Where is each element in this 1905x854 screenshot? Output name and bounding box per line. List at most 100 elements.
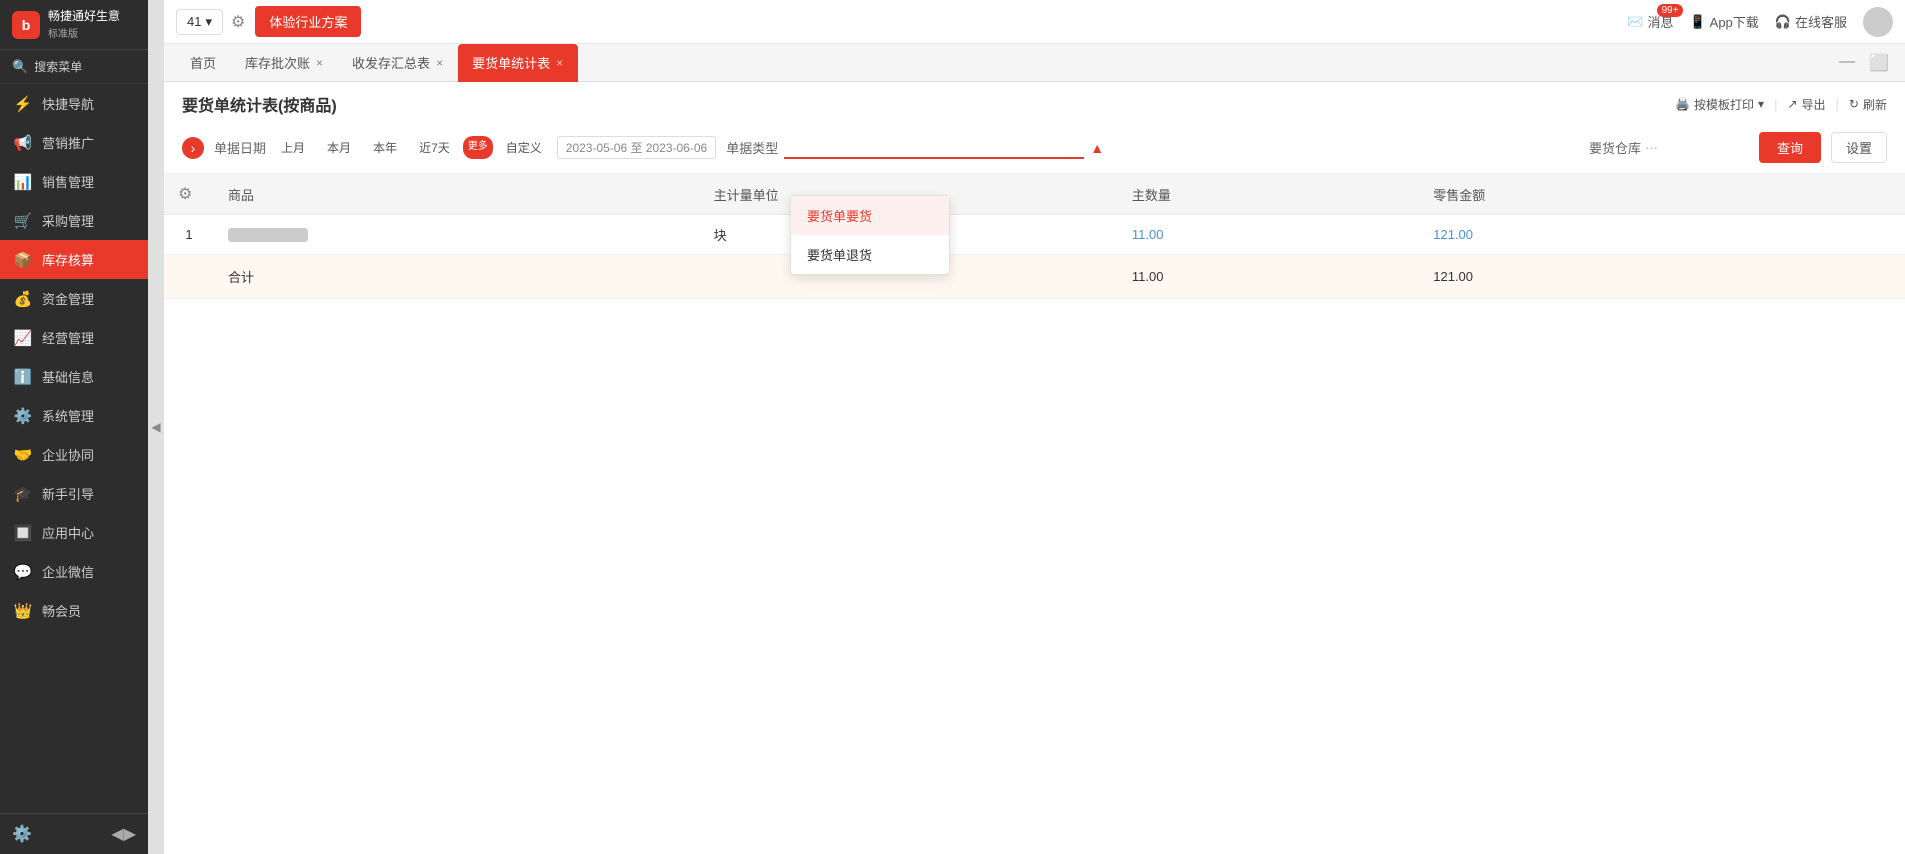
tab-batch-account[interactable]: 库存批次账 × bbox=[231, 44, 338, 82]
search-icon: 🔍 bbox=[12, 59, 28, 75]
gear-icon[interactable]: ⚙ bbox=[231, 12, 245, 32]
amount-link[interactable]: 121.00 bbox=[1433, 227, 1473, 242]
col-amount-header: 零售金额 bbox=[1419, 174, 1779, 215]
tab-expand-button[interactable]: ⬜ bbox=[1865, 51, 1893, 75]
sidebar-item-wecom[interactable]: 💬 企业微信 bbox=[0, 552, 148, 591]
type-dropdown: 要货单要货 要货单退货 bbox=[790, 195, 950, 275]
account-selector[interactable]: 41 ▾ bbox=[176, 9, 223, 35]
tab-minimize-button[interactable]: — bbox=[1835, 51, 1859, 75]
message-icon: ✉️ bbox=[1627, 14, 1643, 30]
footer-label: 合计 bbox=[214, 255, 700, 299]
refresh-button[interactable]: ↻ 刷新 bbox=[1849, 96, 1887, 113]
sidebar: b 畅捷通好生意 标准版 🔍 搜索菜单 ⚡ 快捷导航 📢 营销推广 📊 销售管理… bbox=[0, 0, 148, 854]
type-filter-arrow[interactable]: ▲ bbox=[1090, 140, 1104, 156]
sidebar-item-guide[interactable]: 🎓 新手引导 bbox=[0, 474, 148, 513]
member-icon: 👑 bbox=[12, 602, 34, 620]
date-btn-nian[interactable]: 本年 bbox=[364, 136, 406, 159]
dropdown-item-order[interactable]: 要货单要货 bbox=[791, 196, 949, 235]
sidebar-item-purchase[interactable]: 🛒 采购管理 bbox=[0, 201, 148, 240]
table-footer-row: 合计 11.00 121.00 bbox=[164, 255, 1905, 299]
sidebar-item-basic-info[interactable]: ℹ️ 基础信息 bbox=[0, 357, 148, 396]
main-area: 41 ▾ ⚙ 体验行业方案 ✉️ 消息 99+ 📱 App下载 🎧 在线客服 bbox=[164, 0, 1905, 854]
sidebar-item-appcenter[interactable]: 🔲 应用中心 bbox=[0, 513, 148, 552]
sidebar-search[interactable]: 🔍 搜索菜单 bbox=[0, 50, 148, 84]
dropdown-item-label: 要货单退货 bbox=[807, 248, 872, 263]
sidebar-item-sales[interactable]: 📊 销售管理 bbox=[0, 162, 148, 201]
tab-label: 首页 bbox=[190, 53, 216, 72]
date-btn-shang[interactable]: 上月 bbox=[272, 136, 314, 159]
finance-icon: 💰 bbox=[12, 290, 34, 308]
type-filter-group: 单据类型 ▲ bbox=[726, 136, 1579, 159]
app-logo-icon: b bbox=[12, 11, 40, 39]
tab-label: 库存批次账 bbox=[245, 53, 310, 72]
footer-empty1 bbox=[164, 255, 214, 299]
appcenter-icon: 🔲 bbox=[12, 524, 34, 542]
print-label: 按模板打印 bbox=[1694, 96, 1754, 113]
app-logo-text: 畅捷通好生意 标准版 bbox=[48, 9, 120, 40]
sidebar-item-inventory[interactable]: 📦 库存核算 bbox=[0, 240, 148, 279]
query-button[interactable]: 查询 bbox=[1759, 132, 1821, 163]
sidebar-item-finance[interactable]: 💰 资金管理 bbox=[0, 279, 148, 318]
guide-icon: 🎓 bbox=[12, 485, 34, 503]
online-service-button[interactable]: 🎧 在线客服 bbox=[1775, 12, 1847, 31]
table-container: ⚙ 商品 主计量单位 主数量 零售金额 1 bbox=[164, 174, 1905, 299]
tab-home[interactable]: 首页 bbox=[176, 44, 231, 82]
service-icon: 🎧 bbox=[1775, 14, 1791, 30]
sidebar-item-label: 快捷导航 bbox=[42, 94, 136, 113]
sidebar-item-operations[interactable]: 📈 经营管理 bbox=[0, 318, 148, 357]
table-settings-icon[interactable]: ⚙ bbox=[178, 186, 192, 203]
trial-industry-button[interactable]: 体验行业方案 bbox=[255, 6, 361, 37]
sidebar-item-label: 采购管理 bbox=[42, 211, 136, 230]
setting-button[interactable]: 设置 bbox=[1831, 132, 1887, 163]
export-button[interactable]: ↗ 导出 bbox=[1787, 96, 1825, 113]
sidebar-collapse-handle[interactable]: ◀ bbox=[148, 0, 164, 854]
collapse-icon[interactable]: ◀▶ bbox=[111, 824, 136, 844]
download-icon: 📱 bbox=[1689, 14, 1705, 30]
quantity-link[interactable]: 11.00 bbox=[1132, 227, 1164, 242]
tab-order-stats[interactable]: 要货单统计表 × bbox=[458, 44, 578, 82]
tab-summary[interactable]: 收发存汇总表 × bbox=[338, 44, 458, 82]
date-quick-buttons: 上月 本月 本年 近7天 更多 自定义 bbox=[272, 136, 551, 159]
sidebar-item-label: 系统管理 bbox=[42, 406, 136, 425]
sidebar-item-marketing[interactable]: 📢 营销推广 bbox=[0, 123, 148, 162]
sidebar-item-collab[interactable]: 🤝 企业协同 bbox=[0, 435, 148, 474]
sidebar-item-label: 企业微信 bbox=[42, 562, 136, 581]
sidebar-item-quicknav[interactable]: ⚡ 快捷导航 bbox=[0, 84, 148, 123]
col-extra-header bbox=[1779, 174, 1905, 215]
footer-extra bbox=[1779, 255, 1905, 299]
online-service-label: 在线客服 bbox=[1795, 12, 1847, 31]
tab-close-icon[interactable]: × bbox=[316, 56, 323, 70]
date-btn-jin7[interactable]: 近7天 bbox=[410, 136, 459, 159]
table-body: 1 块 11.00 121.00 bbox=[164, 215, 1905, 255]
settings-icon[interactable]: ⚙️ bbox=[12, 824, 32, 844]
refresh-label: 刷新 bbox=[1863, 96, 1887, 113]
sidebar-item-label: 应用中心 bbox=[42, 523, 136, 542]
topbar-left: 41 ▾ ⚙ 体验行业方案 bbox=[176, 6, 1627, 37]
type-filter-input[interactable] bbox=[784, 136, 1084, 159]
dropdown-item-return[interactable]: 要货单退货 bbox=[791, 235, 949, 274]
print-button[interactable]: 🖨️ 按模板打印 ▾ bbox=[1675, 96, 1764, 113]
filter-expand-button[interactable]: › bbox=[182, 137, 204, 159]
date-more-badge[interactable]: 更多 bbox=[463, 136, 493, 159]
product-name-blurred bbox=[228, 228, 308, 242]
warehouse-more-icon[interactable]: ··· bbox=[1645, 140, 1658, 155]
chevron-down-icon: ▾ bbox=[205, 14, 212, 30]
col-settings-header: ⚙ bbox=[164, 174, 214, 215]
cell-quantity: 11.00 bbox=[1118, 215, 1419, 255]
sidebar-nav: ⚡ 快捷导航 📢 营销推广 📊 销售管理 🛒 采购管理 📦 库存核算 💰 资金管… bbox=[0, 84, 148, 813]
sidebar-item-system[interactable]: ⚙️ 系统管理 bbox=[0, 396, 148, 435]
sidebar-search-label: 搜索菜单 bbox=[34, 58, 82, 75]
date-btn-custom[interactable]: 自定义 bbox=[497, 136, 551, 159]
user-avatar[interactable] bbox=[1863, 7, 1893, 37]
tab-close-icon[interactable]: × bbox=[436, 56, 443, 70]
sidebar-item-member[interactable]: 👑 畅会员 bbox=[0, 591, 148, 630]
cell-amount: 121.00 bbox=[1419, 215, 1779, 255]
sidebar-item-label: 销售管理 bbox=[42, 172, 136, 191]
date-btn-ben[interactable]: 本月 bbox=[318, 136, 360, 159]
tab-close-icon[interactable]: × bbox=[556, 56, 563, 70]
message-button[interactable]: ✉️ 消息 99+ bbox=[1627, 12, 1673, 31]
system-icon: ⚙️ bbox=[12, 407, 34, 425]
app-download-label: App下载 bbox=[1710, 12, 1759, 31]
app-download-button[interactable]: 📱 App下载 bbox=[1689, 12, 1758, 31]
col-quantity-header: 主数量 bbox=[1118, 174, 1419, 215]
